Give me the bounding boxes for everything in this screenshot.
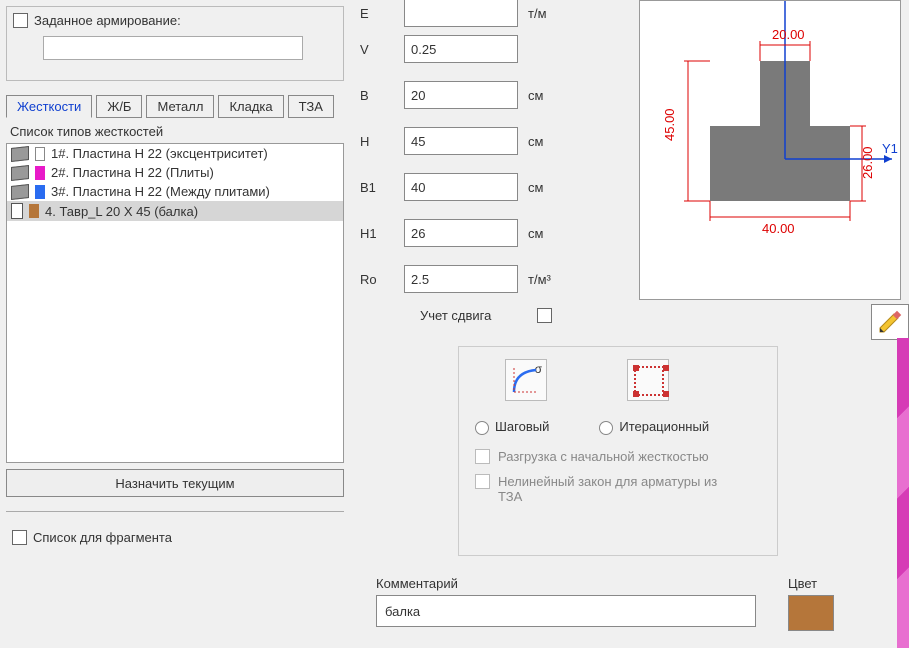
dim-top: 20.00	[772, 27, 805, 42]
left-panel: Заданное армирование: Жесткости Ж/Б Мета…	[0, 0, 350, 648]
unit-H1: см	[528, 226, 568, 241]
right-panel: E т/м V B см H см B1 см H1 см	[350, 0, 909, 648]
edit-section-button[interactable]	[871, 304, 909, 340]
input-H1[interactable]	[404, 219, 518, 247]
dim-left: 45.00	[662, 108, 677, 141]
reinforcement-input[interactable]	[43, 36, 303, 60]
list-item[interactable]: 2#. Пластина H 22 (Плиты)	[7, 163, 343, 182]
input-Ro[interactable]	[404, 265, 518, 293]
input-B1[interactable]	[404, 173, 518, 201]
beam-icon	[11, 203, 23, 219]
reinforcement-label: Заданное армирование:	[34, 13, 181, 28]
comment-label: Комментарий	[376, 576, 782, 591]
unit-E: т/м	[528, 6, 568, 21]
params-group: E т/м V B см H см B1 см H1 см	[360, 0, 568, 323]
sigma-curve-icon[interactable]: σ	[505, 359, 547, 401]
unit-B: см	[528, 88, 568, 103]
color-chip	[35, 166, 45, 180]
radio-step[interactable]: Шаговый	[475, 419, 549, 435]
section-svg: Y1 20.00 45.00 26.00 40.00	[640, 1, 902, 301]
unloading-checkbox[interactable]	[475, 449, 490, 464]
fragment-label: Список для фрагмента	[33, 530, 172, 545]
color-chip	[35, 147, 45, 161]
tab-masonry[interactable]: Кладка	[218, 95, 283, 118]
color-label: Цвет	[788, 576, 834, 591]
tab-rc[interactable]: Ж/Б	[96, 95, 142, 118]
list-item-text: 4. Тавр_L 20 X 45 (балка)	[45, 204, 198, 219]
stiffness-list[interactable]: 1#. Пластина H 22 (эксцентриситет) 2#. П…	[6, 143, 344, 463]
input-B[interactable]	[404, 81, 518, 109]
param-label-E: E	[360, 6, 404, 21]
param-label-H: H	[360, 134, 404, 149]
shear-checkbox[interactable]	[537, 308, 552, 323]
color-chip	[29, 204, 39, 218]
list-item-text: 1#. Пластина H 22 (эксцентриситет)	[51, 146, 268, 161]
y-axis-label: Y1	[882, 141, 898, 156]
nonlinear-group: σ Шаговый Итерационный Разгрузка с начал…	[458, 346, 778, 556]
input-V[interactable]	[404, 35, 518, 63]
param-label-B: B	[360, 88, 404, 103]
list-item[interactable]: 1#. Пластина H 22 (эксцентриситет)	[7, 144, 343, 163]
comment-input[interactable]	[376, 595, 756, 627]
section-diagram: Y1 20.00 45.00 26.00 40.00	[639, 0, 901, 300]
slab-icon	[11, 146, 29, 162]
radio-iter[interactable]: Итерационный	[599, 419, 709, 435]
param-label-V: V	[360, 42, 404, 57]
list-item[interactable]: 4. Тавр_L 20 X 45 (балка)	[7, 201, 343, 221]
shear-label: Учет сдвига	[420, 308, 491, 323]
reinforcement-checkbox[interactable]	[13, 13, 28, 28]
unit-B1: см	[528, 180, 568, 195]
section-points-icon[interactable]	[627, 359, 669, 401]
param-label-H1: H1	[360, 226, 404, 241]
fragment-checkbox[interactable]	[12, 530, 27, 545]
dim-bottom: 40.00	[762, 221, 795, 236]
param-label-Ro: Ro	[360, 272, 404, 287]
list-item[interactable]: 3#. Пластина H 22 (Между плитами)	[7, 182, 343, 201]
slab-icon	[11, 184, 29, 200]
color-swatch[interactable]	[788, 595, 834, 631]
unit-H: см	[528, 134, 568, 149]
tab-metal[interactable]: Металл	[146, 95, 214, 118]
tab-stiffness[interactable]: Жесткости	[6, 95, 92, 118]
tza-law-checkbox[interactable]	[475, 474, 490, 489]
model-viewport-edge	[897, 338, 909, 648]
list-item-text: 2#. Пластина H 22 (Плиты)	[51, 165, 214, 180]
stiffness-list-label: Список типов жесткостей	[10, 124, 350, 139]
input-E[interactable]	[404, 0, 518, 27]
tab-tza[interactable]: ТЗА	[288, 95, 334, 118]
unloading-label: Разгрузка с начальной жесткостью	[498, 449, 709, 464]
slab-icon	[11, 165, 29, 181]
tza-law-label: Нелинейный закон для арматуры из ТЗА	[498, 474, 738, 504]
param-label-B1: B1	[360, 180, 404, 195]
tabs-bar: Жесткости Ж/Б Металл Кладка ТЗА	[6, 95, 350, 118]
color-chip	[35, 185, 45, 199]
reinforcement-group: Заданное армирование:	[6, 6, 344, 81]
input-H[interactable]	[404, 127, 518, 155]
unit-Ro: т/м³	[528, 272, 568, 287]
assign-current-button[interactable]: Назначить текущим	[6, 469, 344, 497]
list-item-text: 3#. Пластина H 22 (Между плитами)	[51, 184, 270, 199]
